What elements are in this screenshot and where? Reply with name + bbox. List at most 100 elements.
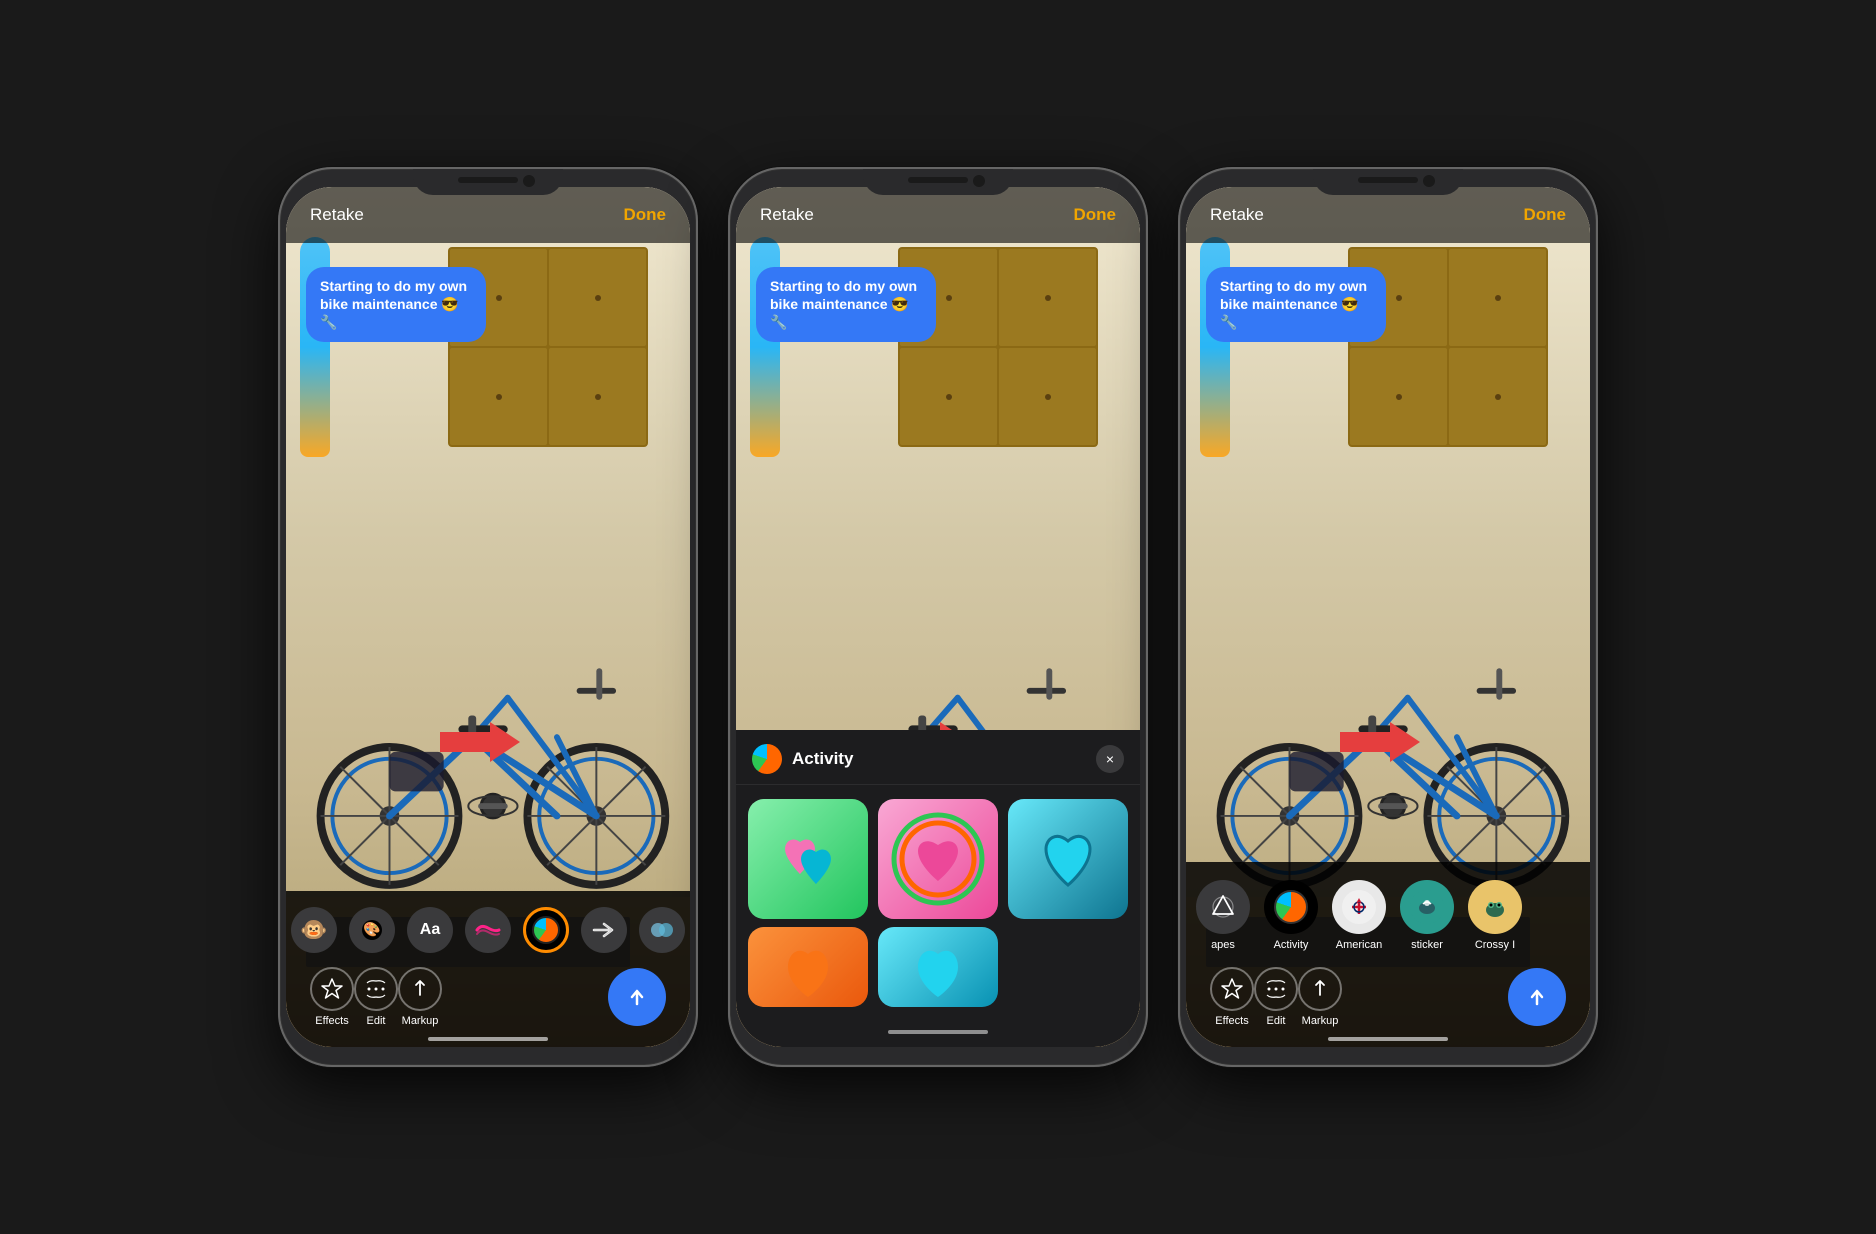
phone-2: Starting to do my own bike maintenance 😎… (728, 167, 1148, 1067)
done-button-3[interactable]: Done (1524, 205, 1567, 225)
red-arrow-1 (440, 722, 520, 767)
effects-icon (310, 967, 354, 1011)
locker-door (1350, 348, 1447, 445)
locker-door (549, 348, 646, 445)
shapes-category[interactable]: apes (1196, 880, 1250, 951)
sticker-row2 (736, 927, 1140, 1017)
heart-pink-sticker[interactable] (878, 799, 998, 919)
screen-1: Starting to do my own bike maintenance 😎… (286, 187, 690, 1047)
effects-label-1: Effects (315, 1015, 348, 1027)
speaker-1 (458, 177, 518, 183)
retake-button-2[interactable]: Retake (760, 205, 814, 225)
activity-category-icon (1264, 880, 1318, 934)
text-sticker-btn[interactable]: Aa (407, 907, 453, 953)
stickers-grid (736, 785, 1140, 927)
screen-2: Starting to do my own bike maintenance 😎… (736, 187, 1140, 1047)
activity-category[interactable]: Activity (1264, 880, 1318, 951)
phone-3: Starting to do my own bike maintenance 😎… (1178, 167, 1598, 1067)
action-row-3: Effects Edit (1186, 959, 1590, 1027)
phone-1: Starting to do my own bike maintenance 😎… (278, 167, 698, 1067)
crossy-category[interactable]: Crossy I (1468, 880, 1522, 951)
text-bubble-1: Starting to do my own bike maintenance 😎… (306, 267, 486, 342)
rainbow-sticker-btn[interactable]: 🎨 (349, 907, 395, 953)
locker-door (900, 348, 997, 445)
sticker-row2-item2[interactable] (878, 927, 998, 1007)
notch-1 (413, 167, 563, 195)
marker-sticker-btn[interactable] (465, 907, 511, 953)
action-row-1: Effects Edit (286, 959, 690, 1027)
activity-header: Activity × (736, 730, 1140, 785)
close-icon: × (1106, 751, 1114, 767)
crossy-icon (1468, 880, 1522, 934)
bottom-toolbar-1: 🐵 (286, 891, 690, 1047)
notch-3 (1313, 167, 1463, 195)
retake-button-1[interactable]: Retake (310, 205, 364, 225)
done-button-1[interactable]: Done (624, 205, 667, 225)
top-bar-3: Retake Done (1186, 187, 1590, 243)
camera-3 (1423, 175, 1435, 187)
speaker-3 (1358, 177, 1418, 183)
done-button-2[interactable]: Done (1074, 205, 1117, 225)
markup-button-1[interactable]: Markup (398, 967, 442, 1027)
notch-2 (863, 167, 1013, 195)
edit-icon-3 (1254, 967, 1298, 1011)
markup-label-1: Markup (402, 1015, 439, 1027)
markup-button-3[interactable]: Markup (1298, 967, 1342, 1027)
activity-picker-title: Activity (792, 749, 1096, 769)
sticker-category[interactable]: sticker (1400, 880, 1454, 951)
locker-door (549, 249, 646, 346)
sticker-bird-icon (1400, 880, 1454, 934)
top-bar-1: Retake Done (286, 187, 690, 243)
speaker-2 (908, 177, 968, 183)
markup-icon-3 (1298, 967, 1342, 1011)
edit-button-3[interactable]: Edit (1254, 967, 1298, 1027)
crossy-label: Crossy I (1475, 939, 1515, 951)
activity-picker: Activity × (736, 730, 1140, 1047)
shapes-label: apes (1211, 939, 1235, 951)
edit-button-1[interactable]: Edit (354, 967, 398, 1027)
heart-teal-sticker[interactable] (1008, 799, 1128, 919)
effects-icon-3 (1210, 967, 1254, 1011)
edit-label-1: Edit (367, 1015, 386, 1027)
markup-icon (398, 967, 442, 1011)
camera-2 (973, 175, 985, 187)
edit-label-3: Edit (1267, 1015, 1286, 1027)
activity-sticker-btn[interactable] (523, 907, 569, 953)
hearts-double-sticker[interactable] (748, 799, 868, 919)
home-indicator-3 (1328, 1037, 1448, 1041)
activity-ring-category (1274, 890, 1308, 924)
home-indicator-1 (428, 1037, 548, 1041)
american-label: American (1336, 939, 1382, 951)
markup-label-3: Markup (1302, 1015, 1339, 1027)
text-bubble-3: Starting to do my own bike maintenance 😎… (1206, 267, 1386, 342)
retake-button-3[interactable]: Retake (1210, 205, 1264, 225)
screen-3: Starting to do my own bike maintenance 😎… (1186, 187, 1590, 1047)
sticker-row-1: 🐵 (286, 901, 690, 959)
bottom-toolbar-3: apes Activity (1186, 862, 1590, 1047)
category-scroll-3: apes Activity (1186, 872, 1590, 959)
effects-button-3[interactable]: Effects (1210, 967, 1254, 1027)
camera-1 (523, 175, 535, 187)
activity-close-button[interactable]: × (1096, 745, 1124, 773)
monkey-sticker-btn[interactable]: 🐵 (291, 907, 337, 953)
american-category[interactable]: American (1332, 880, 1386, 951)
text-bubble-2: Starting to do my own bike maintenance 😎… (756, 267, 936, 342)
locker-door (1449, 348, 1546, 445)
arrow-sticker-btn[interactable] (581, 907, 627, 953)
send-button-3[interactable] (1508, 968, 1566, 1026)
send-button-1[interactable] (608, 968, 666, 1026)
top-bar-2: Retake Done (736, 187, 1140, 243)
home-indicator-2 (888, 1030, 988, 1034)
activity-category-label: Activity (1274, 939, 1309, 951)
locker-door (999, 249, 1096, 346)
blur-sticker-btn[interactable] (639, 907, 685, 953)
american-category-icon (1332, 880, 1386, 934)
shapes-icon (1196, 880, 1250, 934)
sticker-label: sticker (1411, 939, 1443, 951)
activity-ring-header-icon (752, 744, 782, 774)
sticker-row2-item1[interactable] (748, 927, 868, 1007)
effects-button-1[interactable]: Effects (310, 967, 354, 1027)
red-arrow-3 (1340, 722, 1420, 767)
edit-icon (354, 967, 398, 1011)
phones-container: Starting to do my own bike maintenance 😎… (0, 0, 1876, 1234)
